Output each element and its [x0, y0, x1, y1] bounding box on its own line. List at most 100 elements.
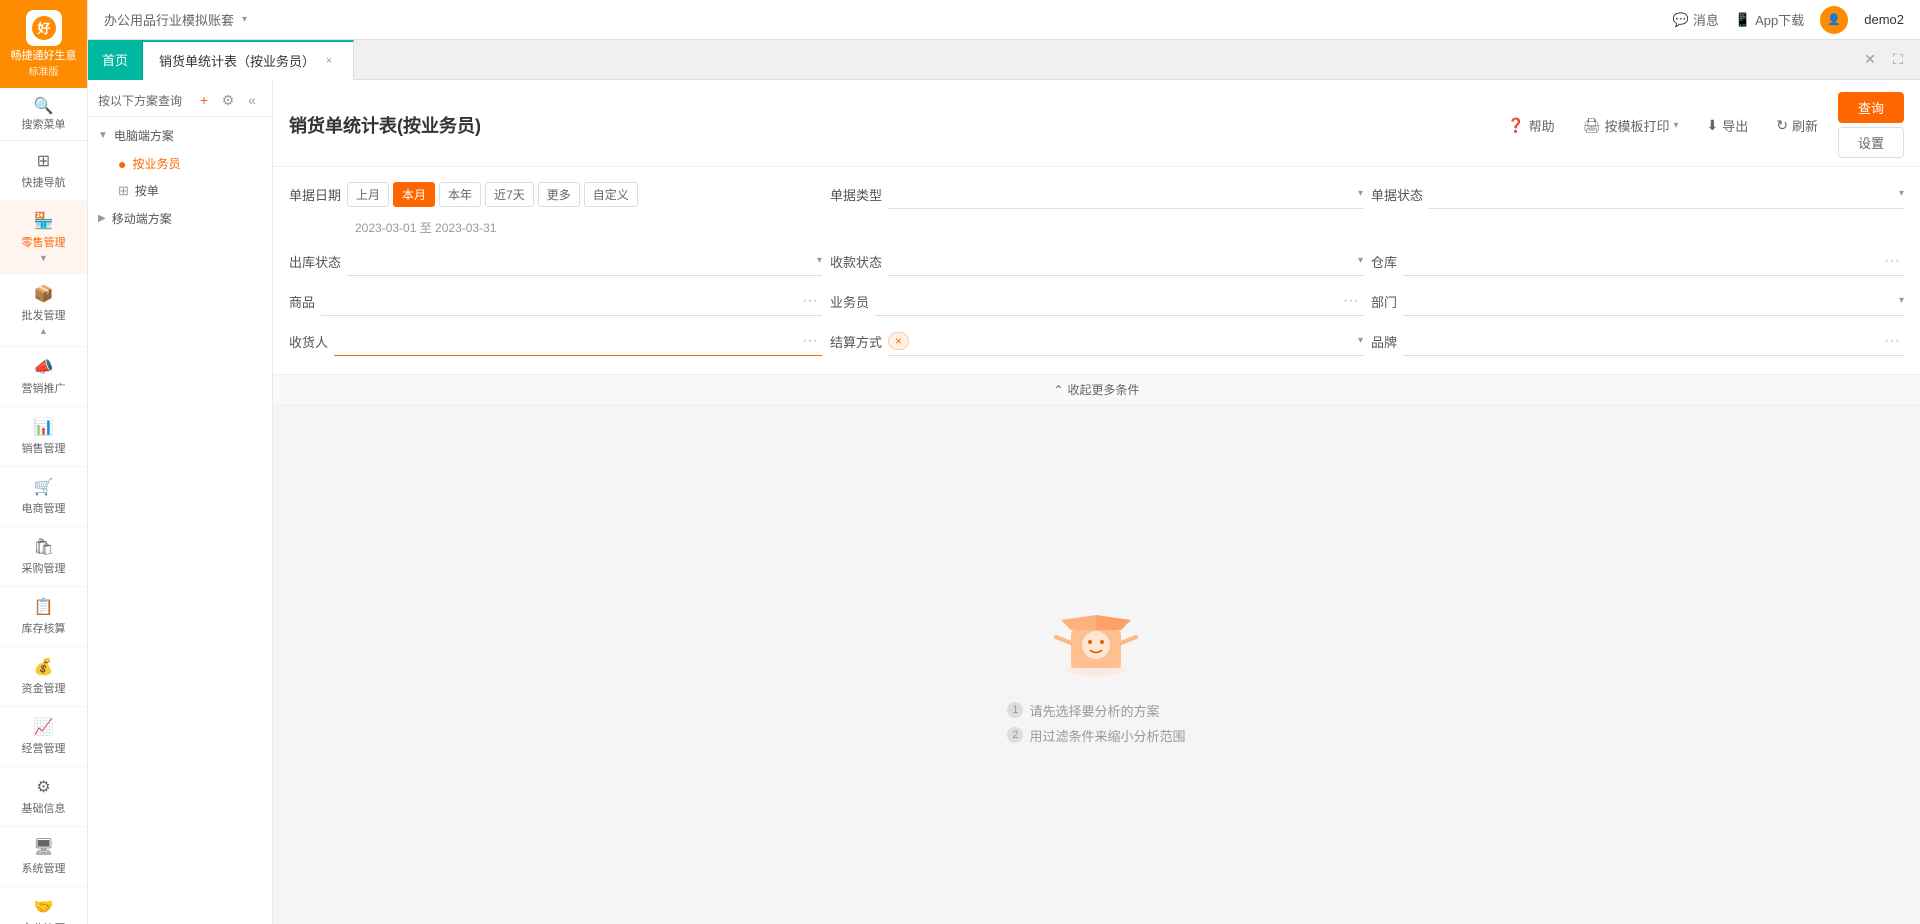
query-button[interactable]: 查询	[1838, 92, 1904, 123]
inventory-icon: 📋	[34, 597, 54, 617]
sidebar-item-sales[interactable]: 📊 销售管理	[0, 407, 87, 467]
filter-cell-doctype: 单据类型 ▾	[830, 179, 1363, 209]
add-scheme-button[interactable]: +	[194, 90, 214, 110]
sidebar-item-enterprise[interactable]: 🤝 企业协同	[0, 887, 87, 924]
tip-text-1: 请先选择要分析的方案	[1029, 701, 1159, 720]
tree-sub-computer: ● 按业务员 ⊞ 按单	[88, 150, 272, 204]
retail-label: 零售管理	[22, 234, 66, 250]
department-field[interactable]: ▾	[1403, 286, 1904, 316]
settlement-arrow: ▾	[1358, 335, 1363, 346]
filter-cell-warehouse: 仓库 ···	[1371, 246, 1904, 276]
more-btn[interactable]: 更多	[538, 182, 580, 207]
sidebar-item-inventory[interactable]: 📋 库存核算	[0, 587, 87, 647]
brand-dots[interactable]: ···	[1884, 332, 1904, 350]
doctype-field[interactable]: ▾	[888, 179, 1363, 209]
sidebar-item-system[interactable]: 🖥 系统管理	[0, 827, 87, 887]
app-download-button[interactable]: 📱 App下载	[1735, 10, 1804, 29]
topbar: 办公用品行业模拟账套 ▾ 💬 消息 📱 App下载 👤 demo2	[88, 0, 1920, 40]
sidebar-item-ecommerce[interactable]: 🛒 电商管理	[0, 467, 87, 527]
tab-sales-stat[interactable]: 销货单统计表（按业务员） ×	[143, 40, 354, 80]
basic-icon: ⚙	[36, 777, 50, 797]
sidebar-item-basic[interactable]: ⚙ 基础信息	[0, 767, 87, 827]
breadcrumb-dropdown-icon[interactable]: ▾	[242, 14, 247, 25]
receiver-dots[interactable]: ···	[802, 332, 822, 350]
sidebar-item-finance[interactable]: 💰 资金管理	[0, 647, 87, 707]
outstatus-field[interactable]: ▾	[347, 246, 822, 276]
sidebar-item-purchase[interactable]: 🛍 采购管理	[0, 527, 87, 587]
mobile-expand-icon: ▶	[98, 213, 106, 224]
export-button[interactable]: ⬇ 导出	[1698, 112, 1756, 139]
tree-item-by-salesperson[interactable]: ● 按业务员	[108, 150, 272, 177]
outstatus-label: 出库状态	[289, 252, 341, 271]
sidebar-item-operations[interactable]: 📈 经营管理	[0, 707, 87, 767]
goods-dots[interactable]: ···	[802, 292, 822, 310]
filter-cell-settlement: 结算方式 × ▾	[830, 326, 1363, 356]
tree-item-mobile[interactable]: ▶ 移动端方案	[88, 204, 272, 233]
warehouse-dots[interactable]: ···	[1884, 252, 1904, 270]
outstatus-arrow: ▾	[817, 255, 822, 266]
this-year-btn[interactable]: 本年	[439, 182, 481, 207]
last7-btn[interactable]: 近7天	[485, 182, 534, 207]
user-avatar[interactable]: 👤	[1820, 6, 1848, 34]
filter-cell-outstatus: 出库状态 ▾	[289, 246, 822, 276]
warehouse-field[interactable]: ···	[1403, 246, 1904, 276]
tab-close-button[interactable]: ×	[321, 53, 337, 69]
left-panel: 按以下方案查询 + ⚙ « ▼ 电脑端方案 ● 按业务员	[88, 80, 273, 924]
app-name: 畅捷通好生意	[11, 50, 77, 63]
wholesale-arrow: ▲	[39, 326, 48, 336]
tree-item-by-doc[interactable]: ⊞ 按单	[108, 177, 272, 204]
docstatus-field[interactable]: ▾	[1429, 179, 1904, 209]
settlement-field[interactable]: × ▾	[888, 326, 1363, 356]
collapse-bar[interactable]: ⌃ 收起更多条件	[273, 375, 1920, 405]
left-panel-actions: + ⚙ «	[194, 90, 262, 110]
empty-tip-1: 1 请先选择要分析的方案	[1007, 701, 1185, 720]
custom-btn[interactable]: 自定义	[584, 182, 638, 207]
active-tab-label: 销货单统计表（按业务员）	[159, 51, 315, 70]
sidebar-item-wholesale[interactable]: 📦 批发管理 ▲	[0, 274, 87, 347]
page-header: 销货单统计表(按业务员) ❓ 帮助 🖨 按模板打印 ▾ ⬇ 导出	[273, 80, 1920, 167]
tab-home[interactable]: 首页	[88, 40, 143, 80]
this-month-btn[interactable]: 本月	[393, 182, 435, 207]
finance-icon: 💰	[34, 657, 54, 677]
breadcrumb: 办公用品行业模拟账套	[104, 10, 234, 29]
sidebar-item-marketing[interactable]: 📣 营销推广	[0, 347, 87, 407]
settings-button[interactable]: 设置	[1838, 127, 1904, 158]
tag-close-icon[interactable]: ×	[895, 334, 902, 348]
mobile-section-label: 移动端方案	[112, 210, 172, 227]
sidebar-item-retail[interactable]: 🏪 零售管理 ▼	[0, 201, 87, 274]
brand-field[interactable]: ···	[1403, 326, 1904, 356]
search-menu-item[interactable]: 🔍 搜索菜单	[0, 88, 87, 141]
sidebar-item-quick-nav[interactable]: ⊞ 快捷导航	[0, 141, 87, 201]
user-name[interactable]: demo2	[1864, 12, 1904, 27]
sidebar-logo[interactable]: 好 畅捷通好生意 标准版	[0, 0, 87, 88]
empty-illustration	[1046, 585, 1146, 685]
settings-scheme-button[interactable]: ⚙	[218, 90, 238, 110]
receiver-field[interactable]: ···	[334, 326, 822, 356]
finance-label: 资金管理	[22, 680, 66, 696]
tab-close-window-button[interactable]: ✕	[1860, 50, 1880, 70]
salesperson-field[interactable]: ···	[875, 286, 1363, 316]
collection-field[interactable]: ▾	[888, 246, 1363, 276]
search-label: 搜索菜单	[6, 116, 81, 132]
filter-row-1: 单据日期 上月 本月 本年 近7天 更多 自定义 单据类型	[289, 179, 1904, 209]
refresh-button[interactable]: ↻ 刷新	[1768, 112, 1826, 139]
message-button[interactable]: 💬 消息	[1673, 10, 1719, 29]
filter-cell-docstatus: 单据状态 ▾	[1371, 179, 1904, 209]
marketing-label: 营销推广	[22, 380, 66, 396]
help-button[interactable]: ❓ 帮助	[1499, 112, 1562, 139]
print-button[interactable]: 🖨 按模板打印 ▾	[1575, 112, 1687, 139]
date-range-display: 2023-03-01 至 2023-03-31	[355, 221, 496, 235]
message-icon: 💬	[1673, 12, 1689, 28]
tab-maximize-button[interactable]: ⛶	[1888, 50, 1908, 70]
help-icon: ❓	[1507, 117, 1524, 134]
last-month-btn[interactable]: 上月	[347, 182, 389, 207]
salesperson-dots[interactable]: ···	[1343, 292, 1363, 310]
sidebar: 好 畅捷通好生意 标准版 🔍 搜索菜单 ⊞ 快捷导航 🏪 零售管理 ▼ 📦 批发…	[0, 0, 88, 924]
tree-expand-icon: ▼	[98, 130, 108, 141]
left-panel-header: 按以下方案查询 + ⚙ «	[88, 80, 272, 117]
collapse-panel-button[interactable]: «	[242, 90, 262, 110]
goods-field[interactable]: ···	[321, 286, 822, 316]
tip-text-2: 用过滤条件来缩小分析范围	[1029, 726, 1185, 745]
marketing-icon: 📣	[34, 357, 54, 377]
filter-cell-department: 部门 ▾	[1371, 286, 1904, 316]
